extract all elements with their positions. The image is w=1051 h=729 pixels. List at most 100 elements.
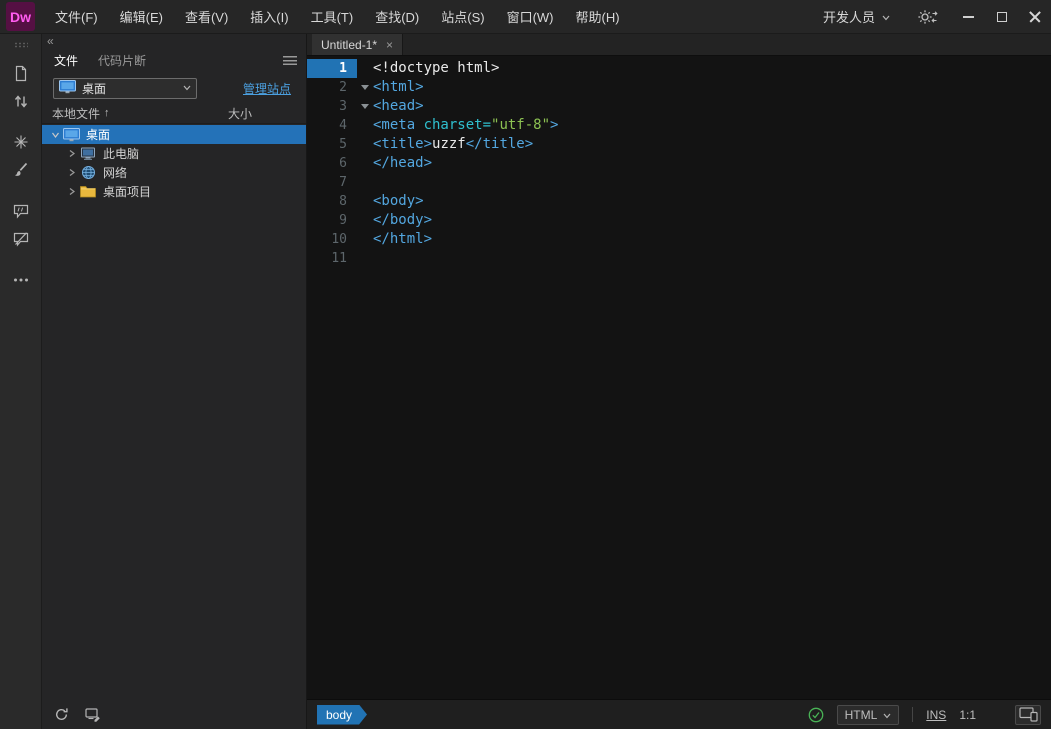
menu-item[interactable]: 帮助(H) (565, 0, 631, 33)
remove-comment-icon[interactable] (7, 226, 35, 252)
line-number: 6 (339, 156, 347, 171)
tree-label: 桌面项目 (103, 185, 152, 199)
menu-item[interactable]: 查找(D) (364, 0, 430, 33)
code-line[interactable]: 7 (307, 173, 1051, 192)
collapse-panel-button[interactable]: « (42, 34, 306, 48)
panel-menu-icon[interactable] (283, 56, 297, 65)
code-line[interactable]: 2 <html> (307, 78, 1051, 97)
code-line[interactable]: 11 (307, 249, 1051, 268)
menu-bar-items: 文件(F) 编辑(E) 查看(V) 插入(I) 工具(T) 查找(D) 站点(S) 窗口(W)… (44, 0, 631, 33)
editor-column: Untitled-1* × 1 <!doctype html> 2 <html> 3 <h… (307, 34, 1051, 729)
menu-item[interactable]: 编辑(E) (109, 0, 174, 33)
menu-item[interactable]: 插入(I) (239, 0, 299, 33)
status-bar: body HTML INS 1:1 (307, 699, 1051, 729)
code-line[interactable]: 1 <!doctype html> (307, 59, 1051, 78)
lint-ok-icon (808, 707, 824, 723)
minimize-button[interactable] (952, 0, 985, 33)
chevron-down-icon[interactable] (49, 131, 61, 139)
tree-row[interactable]: 桌面项目 (42, 182, 306, 201)
panel-tab-bar: 文件 代码片断 (42, 48, 306, 73)
desktop-icon (61, 127, 81, 142)
tree-label: 此电脑 (103, 147, 140, 161)
titlebar: Dw 文件(F) 编辑(E) 查看(V) 插入(I) 工具(T) 查找(D) 站点(S) 窗口… (0, 0, 1051, 34)
line-number: 3 (339, 99, 347, 114)
maximize-button[interactable] (985, 0, 1018, 33)
code-line[interactable]: 6 </head> (307, 154, 1051, 173)
line-number: 7 (339, 175, 347, 190)
apply-comment-icon[interactable] (7, 198, 35, 224)
folder-icon (78, 185, 98, 198)
code-line[interactable]: 10 </html> (307, 230, 1051, 249)
side-toolbar (0, 34, 42, 729)
document-tab-title: Untitled-1* (321, 37, 378, 52)
refresh-icon[interactable] (54, 707, 69, 722)
tab-code-snippets[interactable]: 代码片断 (98, 52, 146, 69)
workspace-switcher[interactable]: 开发人员 (809, 0, 904, 33)
code-text: <body> (373, 193, 424, 209)
tree-row[interactable]: 桌面 (42, 125, 306, 144)
separator (912, 707, 914, 722)
document-tab-bar: Untitled-1* × (307, 34, 1051, 56)
code-line[interactable]: 4 <meta charset="utf-8"> (307, 116, 1051, 135)
chevron-down-icon (882, 9, 890, 24)
status-bar-right: HTML INS 1:1 (808, 704, 1041, 725)
file-activity-icon[interactable] (85, 707, 102, 722)
close-button[interactable] (1018, 0, 1051, 33)
code-text: <title>uzzf</title> (373, 136, 534, 152)
open-documents-icon[interactable] (7, 60, 35, 86)
maximize-icon (996, 11, 1007, 22)
tree-label: 网络 (103, 166, 128, 180)
line-number: 2 (339, 80, 347, 95)
menu-item[interactable]: 窗口(W) (496, 0, 565, 33)
menu-item[interactable]: 站点(S) (430, 0, 495, 33)
file-tree: 桌面此电脑网络桌面项目 (42, 124, 306, 699)
network-icon (78, 165, 98, 180)
code-text: <head> (373, 98, 424, 114)
code-line[interactable]: 5 <title>uzzf</title> (307, 135, 1051, 154)
fold-arrow-icon[interactable] (357, 104, 373, 109)
code-line[interactable]: 9 </body> (307, 211, 1051, 230)
chevron-down-icon (883, 708, 891, 722)
titlebar-right: 开发人员 (809, 0, 1051, 33)
close-tab-icon[interactable]: × (386, 39, 393, 51)
chevron-right-icon[interactable] (66, 168, 78, 177)
code-line[interactable]: 3 <head> (307, 97, 1051, 116)
format-source-icon[interactable] (7, 157, 35, 183)
tree-column-headers[interactable]: 本地文件 ↑ 大小 (42, 103, 306, 124)
chevron-down-icon (183, 85, 191, 91)
code-text: <meta charset="utf-8"> (373, 117, 559, 133)
manage-sites-link[interactable]: 管理站点 (243, 80, 291, 97)
menu-item[interactable]: 工具(T) (300, 0, 365, 33)
fold-arrow-icon[interactable] (357, 85, 373, 90)
site-dropdown[interactable]: 桌面 (53, 77, 197, 99)
code-line[interactable]: 8 <body> (307, 192, 1051, 211)
desktop-icon (59, 79, 76, 97)
customize-toolbar-icon[interactable] (7, 267, 35, 293)
chevron-right-icon[interactable] (66, 149, 78, 158)
workspace-label: 开发人员 (822, 10, 875, 25)
line-number: 8 (339, 194, 347, 209)
dreamweaver-window: Dw 文件(F) 编辑(E) 查看(V) 插入(I) 工具(T) 查找(D) 站点(S) 窗口… (0, 0, 1051, 729)
code-text: </body> (373, 212, 433, 228)
document-tab[interactable]: Untitled-1* × (312, 34, 404, 55)
device-preview-button[interactable] (1015, 704, 1041, 725)
close-icon (1029, 11, 1041, 23)
code-text: </html> (373, 231, 433, 247)
minimize-icon (963, 15, 974, 18)
tag-selector-body[interactable]: body (317, 705, 367, 725)
chevron-right-icon[interactable] (66, 187, 78, 196)
menu-item[interactable]: 文件(F) (44, 0, 109, 33)
code-text: <html> (373, 79, 424, 95)
line-number: 1 (307, 59, 357, 78)
tree-row[interactable]: 网络 (42, 163, 306, 182)
tab-files[interactable]: 文件 (54, 52, 78, 69)
menu-item[interactable]: 查看(V) (174, 0, 239, 33)
tree-row[interactable]: 此电脑 (42, 144, 306, 163)
select-parent-tag-icon[interactable] (7, 129, 35, 155)
file-management-icon[interactable] (7, 88, 35, 114)
cursor-position: 1:1 (959, 707, 976, 722)
sort-asc-icon: ↑ (104, 107, 110, 119)
doc-type-dropdown[interactable]: HTML (836, 704, 900, 725)
sync-settings-icon[interactable] (904, 0, 952, 33)
code-editor[interactable]: 1 <!doctype html> 2 <html> 3 <head> 4 <meta cha… (307, 56, 1051, 699)
